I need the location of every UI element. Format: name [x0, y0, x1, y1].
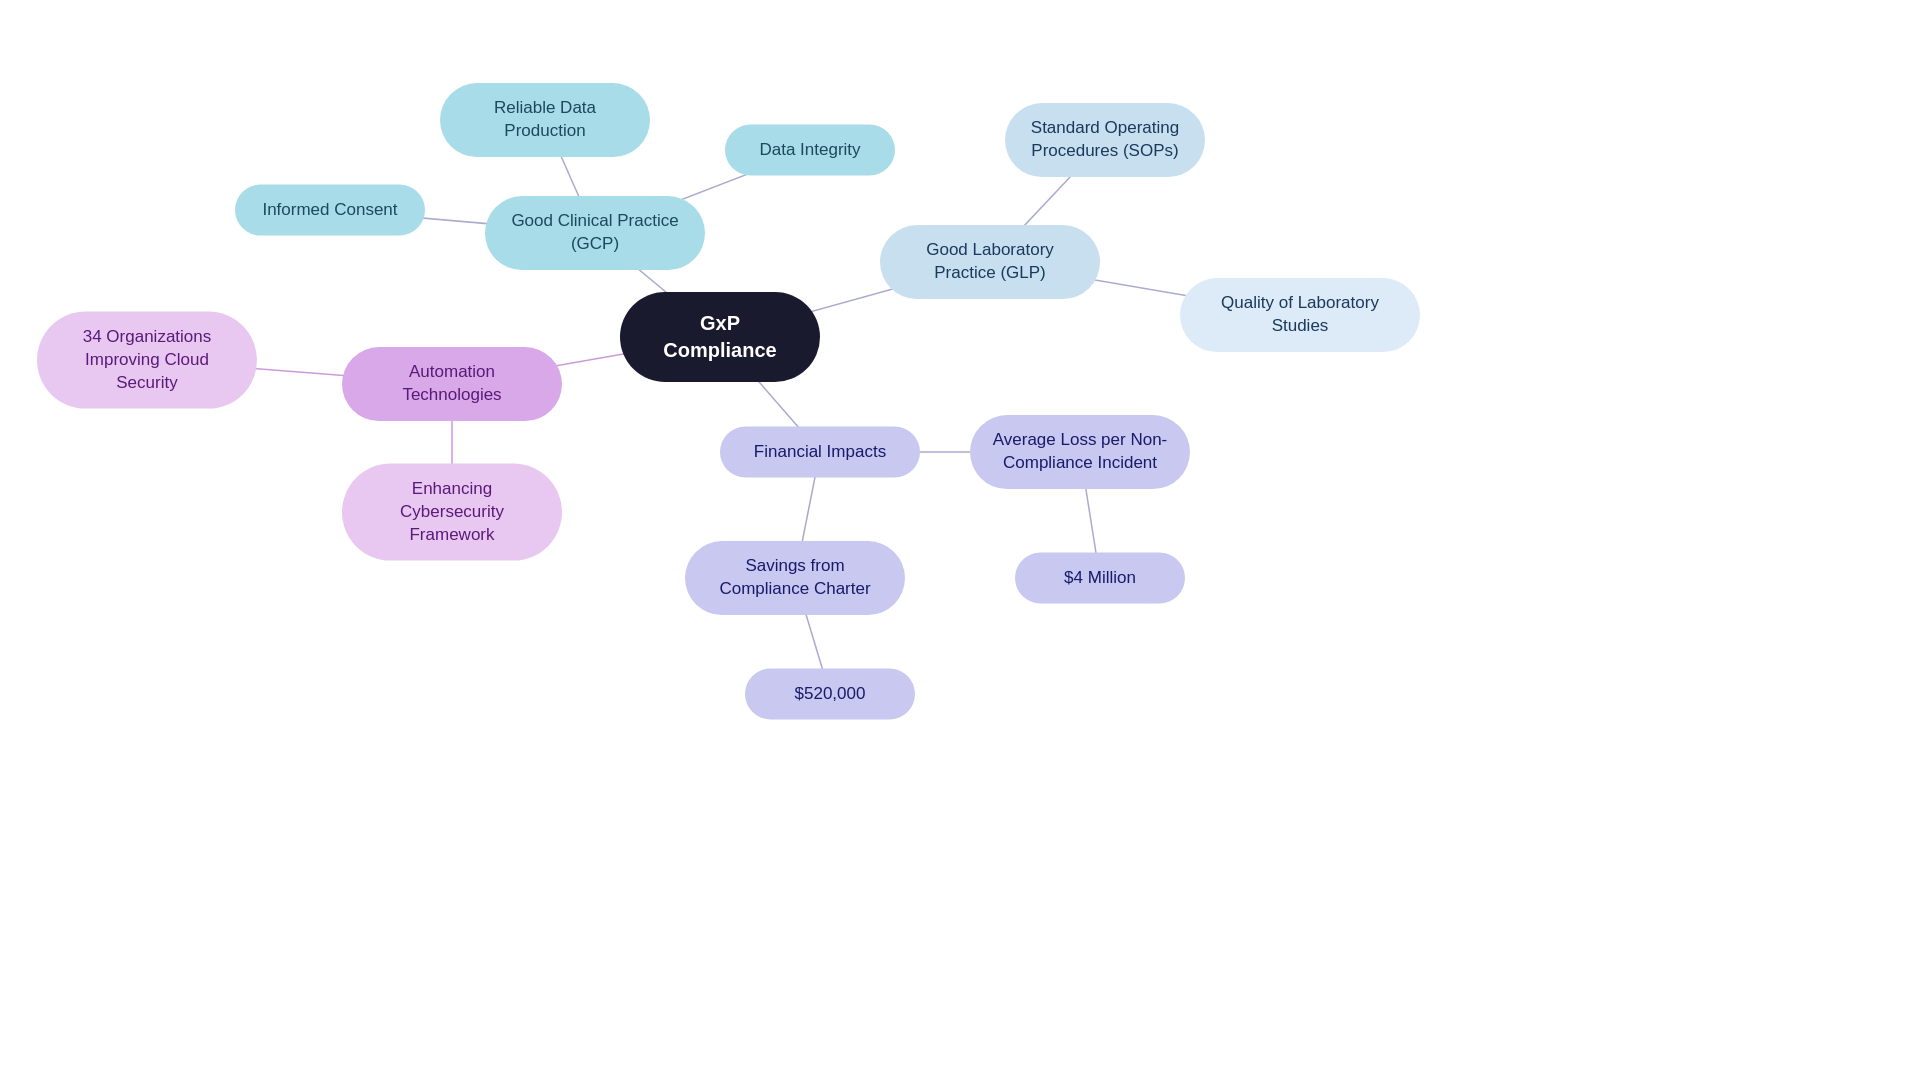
- savings-node[interactable]: Savings from Compliance Charter: [685, 541, 905, 615]
- informed-consent-node[interactable]: Informed Consent: [235, 185, 425, 236]
- quality-label: Quality of Laboratory Studies: [1202, 292, 1398, 338]
- savings-label: Savings from Compliance Charter: [707, 555, 883, 601]
- sop-node[interactable]: Standard Operating Procedures (SOPs): [1005, 103, 1205, 177]
- data-integrity-node[interactable]: Data Integrity: [725, 125, 895, 176]
- orgs34-label: 34 Organizations Improving Cloud Securit…: [59, 326, 235, 395]
- quality-node[interactable]: Quality of Laboratory Studies: [1180, 278, 1420, 352]
- glp-label: Good Laboratory Practice (GLP): [902, 239, 1078, 285]
- financial-node[interactable]: Financial Impacts: [720, 427, 920, 478]
- cybersecurity-label: Enhancing Cybersecurity Framework: [364, 478, 540, 547]
- automation-label: Automation Technologies: [364, 361, 540, 407]
- financial-label: Financial Impacts: [754, 441, 886, 464]
- average-loss-label: Average Loss per Non-Compliance Incident: [992, 429, 1168, 475]
- glp-node[interactable]: Good Laboratory Practice (GLP): [880, 225, 1100, 299]
- five20k-node[interactable]: $520,000: [745, 669, 915, 720]
- center-label: GxP Compliance: [660, 310, 780, 364]
- data-integrity-label: Data Integrity: [759, 139, 860, 162]
- center-node[interactable]: GxP Compliance: [620, 292, 820, 382]
- four-million-label: $4 Million: [1064, 567, 1136, 590]
- sop-label: Standard Operating Procedures (SOPs): [1027, 117, 1183, 163]
- gcp-label: Good Clinical Practice (GCP): [507, 210, 683, 256]
- orgs34-node[interactable]: 34 Organizations Improving Cloud Securit…: [37, 312, 257, 409]
- four-million-node[interactable]: $4 Million: [1015, 553, 1185, 604]
- cybersecurity-node[interactable]: Enhancing Cybersecurity Framework: [342, 464, 562, 561]
- average-loss-node[interactable]: Average Loss per Non-Compliance Incident: [970, 415, 1190, 489]
- gcp-node[interactable]: Good Clinical Practice (GCP): [485, 196, 705, 270]
- informed-label: Informed Consent: [262, 199, 397, 222]
- reliable-data-node[interactable]: Reliable Data Production: [440, 83, 650, 157]
- five20k-label: $520,000: [795, 683, 866, 706]
- automation-node[interactable]: Automation Technologies: [342, 347, 562, 421]
- reliable-label: Reliable Data Production: [462, 97, 628, 143]
